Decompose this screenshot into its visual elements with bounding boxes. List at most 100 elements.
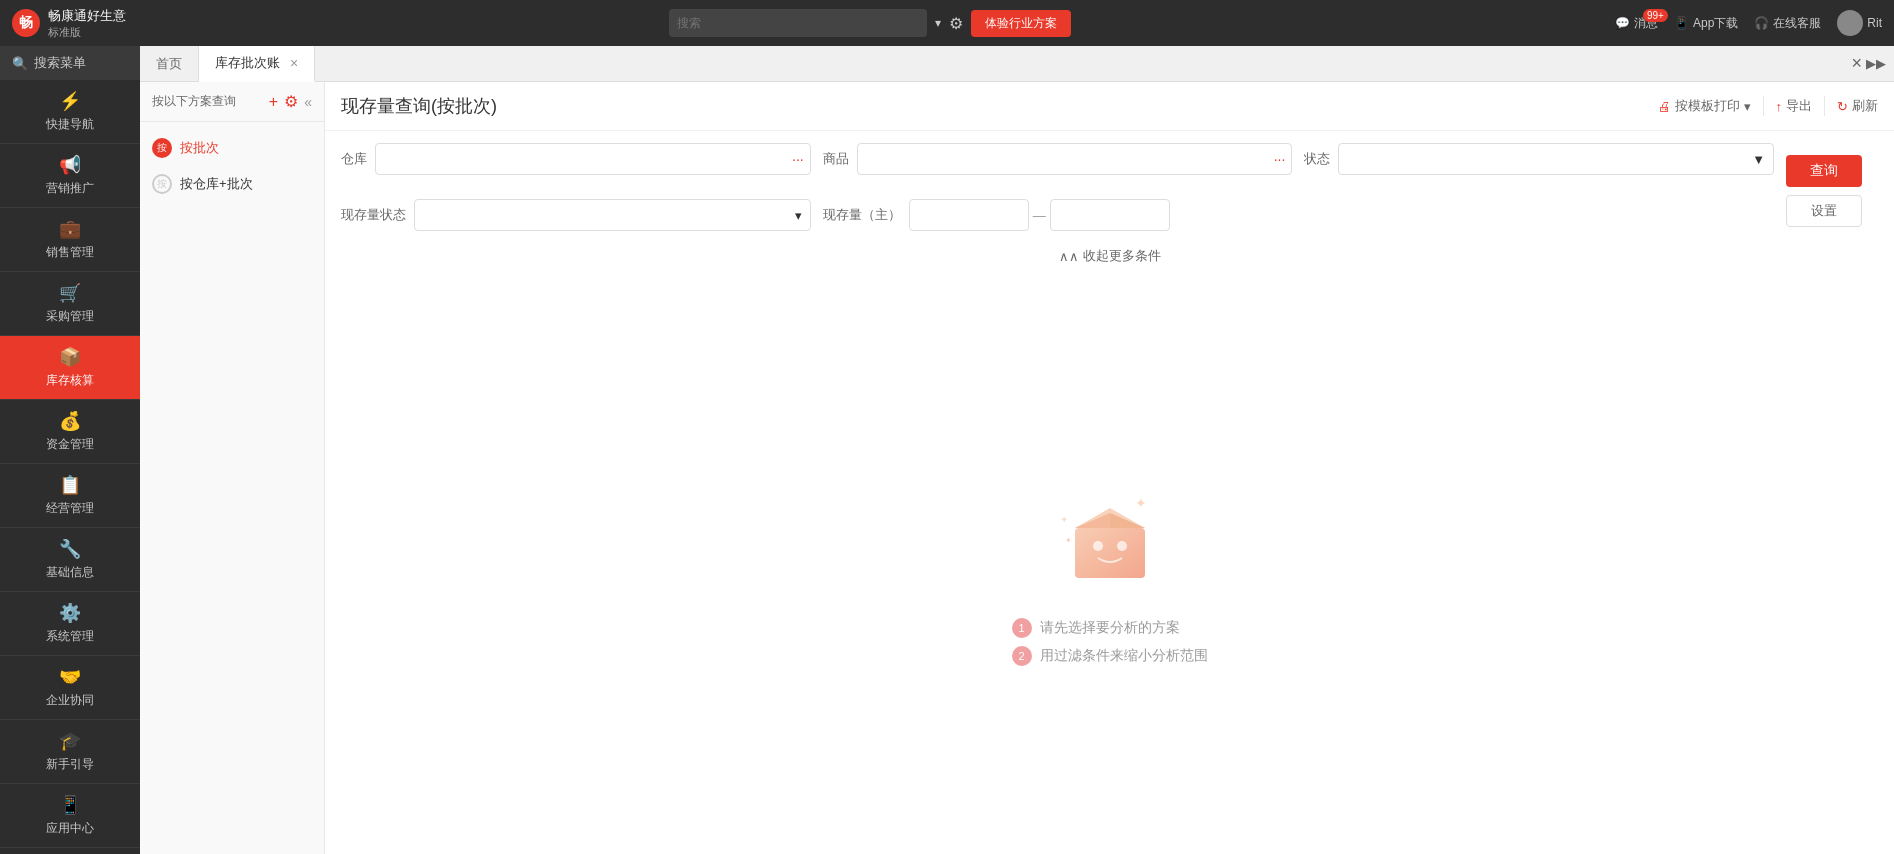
empty-state: ✦ ✦ ✦ 1 请先选择要分析的方案 2 用过滤条件来缩小分析范围 xyxy=(325,289,1894,854)
sidebar-item-shortcut[interactable]: ⚡ 快捷导航 xyxy=(0,80,140,144)
collapse-btn[interactable]: ∧∧ 收起更多条件 xyxy=(1059,247,1161,265)
filter-row-2: 现存量状态 ▾ 现存量（主） xyxy=(341,199,1774,231)
svg-text:✦: ✦ xyxy=(1060,514,1068,525)
stock-amount-min[interactable] xyxy=(909,199,1029,231)
empty-hints: 1 请先选择要分析的方案 2 用过滤条件来缩小分析范围 xyxy=(1012,618,1208,666)
stock-status-select[interactable]: ▾ xyxy=(414,199,811,231)
stock-amount-dash: — xyxy=(1033,208,1046,223)
tab-home[interactable]: 首页 xyxy=(140,46,199,82)
close-panel-btn[interactable]: × xyxy=(1851,53,1862,74)
sidebar-search-menu[interactable]: 🔍 搜索菜单 xyxy=(0,46,140,80)
warehouse-more-btn[interactable]: ··· xyxy=(786,151,810,167)
svg-text:✦: ✦ xyxy=(1065,536,1072,545)
sidebar-item-wechat[interactable]: 💬 企业微信 xyxy=(0,848,140,854)
inventory-icon: 📦 xyxy=(59,346,81,368)
filter-row-1: 仓库 ··· 商品 xyxy=(341,143,1774,175)
stock-amount-range: — xyxy=(909,199,1170,231)
scheme-panel: 按以下方案查询 + ⚙ « 按 按批次 按 按仓库+批次 xyxy=(140,82,325,854)
sidebar-item-finance[interactable]: 💰 资金管理 xyxy=(0,400,140,464)
topbar-center: ▾ ⚙ 体验行业方案 xyxy=(669,9,1071,37)
scheme-item-batch[interactable]: 按 按批次 xyxy=(140,130,324,166)
export-icon: ↑ xyxy=(1776,99,1783,114)
empty-hint-2: 2 用过滤条件来缩小分析范围 xyxy=(1012,646,1208,666)
topbar-gear-icon[interactable]: ⚙ xyxy=(949,14,963,33)
sidebar-item-purchase[interactable]: 🛒 采购管理 xyxy=(0,272,140,336)
tab-inventory-batch-label: 库存批次账 xyxy=(215,54,280,72)
print-action[interactable]: 🖨 按模板打印 ▾ xyxy=(1658,97,1751,115)
svg-rect-0 xyxy=(1075,528,1145,578)
collapse-label: 收起更多条件 xyxy=(1083,247,1161,265)
warehouse-input-wrapper: ··· xyxy=(375,143,811,175)
marketing-icon: 📢 xyxy=(59,154,81,176)
stock-status-label: 现存量状态 xyxy=(341,206,406,224)
warehouse-input[interactable] xyxy=(376,152,786,167)
sidebar-item-guide-label: 新手引导 xyxy=(46,756,94,773)
scheme-panel-actions: + ⚙ « xyxy=(269,92,312,111)
sidebar-item-operations[interactable]: 📋 经营管理 xyxy=(0,464,140,528)
tab-inventory-batch[interactable]: 库存批次账 × xyxy=(199,46,315,82)
scheme-item-warehouse-batch[interactable]: 按 按仓库+批次 xyxy=(140,166,324,202)
goods-more-btn[interactable]: ··· xyxy=(1268,151,1292,167)
tab-bar-right: × ▶▶ xyxy=(1851,53,1894,74)
query-btn[interactable]: 查询 xyxy=(1786,155,1862,187)
messages-btn[interactable]: 💬 消息 99+ xyxy=(1615,15,1658,32)
page-title: 现存量查询(按批次) xyxy=(341,94,497,118)
print-icon: 🖨 xyxy=(1658,99,1671,114)
svg-point-5 xyxy=(1117,541,1127,551)
sidebar-item-shortcut-label: 快捷导航 xyxy=(46,116,94,133)
sidebar-item-system[interactable]: ⚙️ 系统管理 xyxy=(0,592,140,656)
sidebar-item-corp-label: 企业协同 xyxy=(46,692,94,709)
sidebar-item-inventory-label: 库存核算 xyxy=(46,372,94,389)
user-name: Rit xyxy=(1867,16,1882,30)
scheme-settings-btn[interactable]: ⚙ xyxy=(284,92,298,111)
empty-state-icon: ✦ ✦ ✦ xyxy=(1050,478,1170,598)
scheme-collapse-btn[interactable]: « xyxy=(304,94,312,110)
sidebar-item-apps[interactable]: 📱 应用中心 xyxy=(0,784,140,848)
expand-panel-btn[interactable]: ▶▶ xyxy=(1866,56,1886,71)
refresh-action[interactable]: ↻ 刷新 xyxy=(1837,97,1878,115)
sidebar-item-operations-label: 经营管理 xyxy=(46,500,94,517)
warehouse-label: 仓库 xyxy=(341,150,367,168)
search-input[interactable] xyxy=(669,9,927,37)
goods-input[interactable] xyxy=(858,152,1268,167)
scheme-batch-label: 按批次 xyxy=(180,139,219,157)
base-icon: 🔧 xyxy=(59,538,81,560)
scheme-add-btn[interactable]: + xyxy=(269,93,278,111)
sales-icon: 💼 xyxy=(59,218,81,240)
app-download-btn[interactable]: 📱 App下载 xyxy=(1674,15,1738,32)
sidebar-item-marketing[interactable]: 📢 营销推广 xyxy=(0,144,140,208)
topbar-dropdown[interactable]: ▾ xyxy=(935,16,941,30)
experience-btn[interactable]: 体验行业方案 xyxy=(971,10,1071,37)
app-subtitle: 标准版 xyxy=(48,25,126,40)
status-field: 状态 ▼ xyxy=(1304,143,1774,175)
sidebar-item-apps-label: 应用中心 xyxy=(46,820,94,837)
tab-close-btn[interactable]: × xyxy=(290,55,298,71)
message-icon: 💬 xyxy=(1615,16,1630,30)
sidebar-item-sales[interactable]: 💼 销售管理 xyxy=(0,208,140,272)
sidebar-item-inventory[interactable]: 📦 库存核算 xyxy=(0,336,140,400)
stock-status-field: 现存量状态 ▾ xyxy=(341,199,811,231)
print-label: 按模板打印 xyxy=(1675,97,1740,115)
operations-icon: 📋 xyxy=(59,474,81,496)
sidebar-item-corp[interactable]: 🤝 企业协同 xyxy=(0,656,140,720)
svg-point-4 xyxy=(1093,541,1103,551)
settings-btn[interactable]: 设置 xyxy=(1786,195,1862,227)
warehouse-field: 仓库 ··· xyxy=(341,143,811,175)
sidebar-item-system-label: 系统管理 xyxy=(46,628,94,645)
online-service-btn[interactable]: 🎧 在线客服 xyxy=(1754,15,1821,32)
hint-2-num: 2 xyxy=(1012,646,1032,666)
user-avatar-btn[interactable]: Rit xyxy=(1837,10,1882,36)
print-dropdown-icon[interactable]: ▾ xyxy=(1744,99,1751,114)
status-select[interactable]: ▼ xyxy=(1338,143,1774,175)
scheme-warehouse-batch-icon: 按 xyxy=(152,174,172,194)
app-logo: 畅 xyxy=(12,9,40,37)
export-action[interactable]: ↑ 导出 xyxy=(1776,97,1813,115)
sidebar-item-guide[interactable]: 🎓 新手引导 xyxy=(0,720,140,784)
sidebar-item-base[interactable]: 🔧 基础信息 xyxy=(0,528,140,592)
empty-hint-1: 1 请先选择要分析的方案 xyxy=(1012,618,1208,638)
stock-amount-label: 现存量（主） xyxy=(823,206,901,224)
btn-col: 查询 设置 xyxy=(1786,143,1878,227)
refresh-icon: ↻ xyxy=(1837,99,1848,114)
stock-amount-max[interactable] xyxy=(1050,199,1170,231)
guide-icon: 🎓 xyxy=(59,730,81,752)
